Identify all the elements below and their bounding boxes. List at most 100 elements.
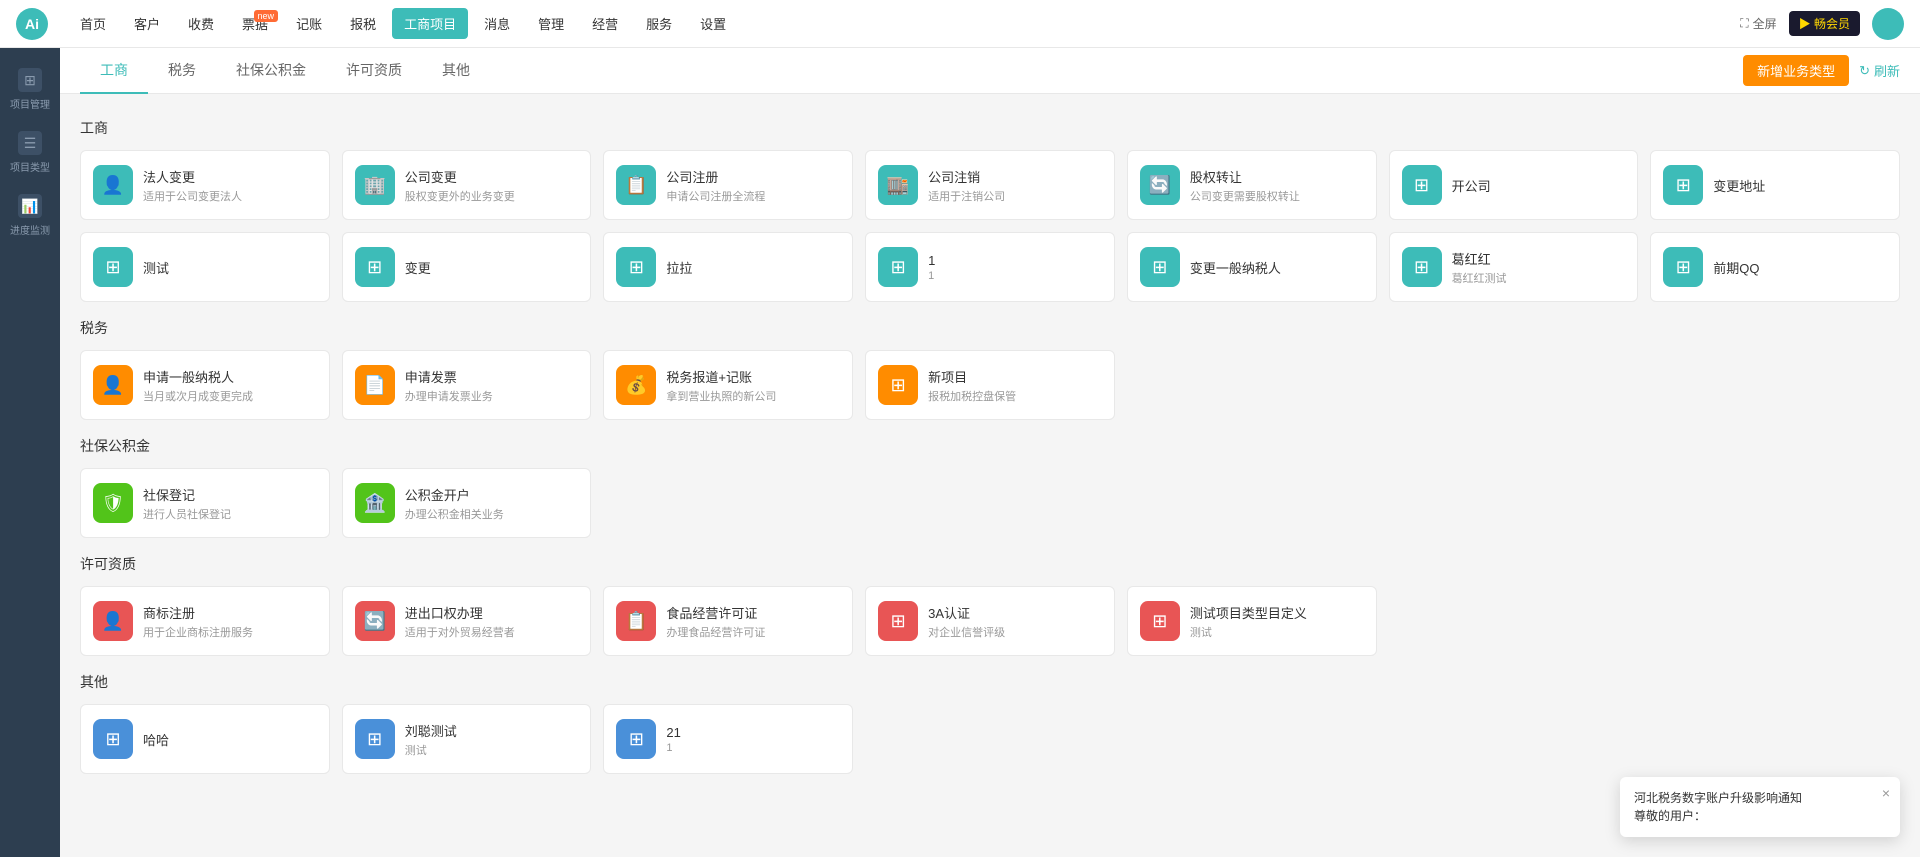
card-开公司[interactable]: ⊞ 开公司: [1389, 150, 1639, 220]
fullscreen-btn[interactable]: ⛶ 全屏: [1740, 15, 1776, 32]
tab-其他[interactable]: 其他: [422, 48, 490, 94]
card-name: 3A认证: [928, 603, 1102, 622]
card-name: 申请一般纳税人: [143, 367, 317, 386]
card-申请发票[interactable]: 📄 申请发票 办理申请发票业务: [342, 350, 592, 420]
card-商标注册[interactable]: 👤 商标注册 用于企业商标注册服务: [80, 586, 330, 656]
card-公司变更[interactable]: 🏢 公司变更 股权变更外的业务变更: [342, 150, 592, 220]
tab-工商[interactable]: 工商: [80, 48, 148, 94]
section-xuke: 许可资质 👤 商标注册 用于企业商标注册服务 🔄 进出口权办理 适用于对外贸易经…: [80, 554, 1900, 656]
card-变更[interactable]: ⊞ 变更: [342, 232, 592, 302]
card-哈哈[interactable]: ⊞ 哈哈: [80, 704, 330, 774]
nav-item-报税[interactable]: 报税: [338, 8, 388, 39]
card-申请一般纳税人[interactable]: 👤 申请一般纳税人 当月或次月成变更完成: [80, 350, 330, 420]
card-desc: 1: [666, 742, 840, 754]
card-desc: 当月或次月成变更完成: [143, 388, 317, 404]
section-shebao: 社保公积金 🛡 社保登记 进行人员社保登记 🏦 公积金开户 办理公积金相关业务: [80, 436, 1900, 538]
card-icon: 🏦: [355, 483, 395, 523]
card-食品经营许可证[interactable]: 📋 食品经营许可证 办理食品经营许可证: [603, 586, 853, 656]
card-变更地址[interactable]: ⊞ 变更地址: [1650, 150, 1900, 220]
card-name: 公司变更: [405, 167, 579, 186]
nav-items: 首页客户收费票据new记账报税工商项目消息管理经营服务设置: [68, 8, 1740, 39]
card-name: 前期QQ: [1713, 258, 1887, 277]
tab-actions: 新增业务类型 ↻ 刷新: [1743, 55, 1900, 86]
card-测试[interactable]: ⊞ 测试: [80, 232, 330, 302]
card-icon: 📄: [355, 365, 395, 405]
card-税务报道+记账[interactable]: 💰 税务报道+记账 拿到营业执照的新公司: [603, 350, 853, 420]
card-法人变更[interactable]: 👤 法人变更 适用于公司变更法人: [80, 150, 330, 220]
card-desc: 公司变更需要股权转让: [1190, 188, 1364, 204]
card-name: 1: [928, 253, 1102, 268]
card-icon: 👤: [93, 601, 133, 641]
nav-item-收费[interactable]: 收费: [176, 8, 226, 39]
section-title-gongshang: 工商: [80, 118, 1900, 138]
nav-item-消息[interactable]: 消息: [472, 8, 522, 39]
card-刘聪测试[interactable]: ⊞ 刘聪测试 测试: [342, 704, 592, 774]
card-新项目[interactable]: ⊞ 新项目 报税加税控盘保管: [865, 350, 1115, 420]
card-name: 公司注册: [666, 167, 840, 186]
tab-税务[interactable]: 税务: [148, 48, 216, 94]
card-name: 公积金开户: [405, 485, 579, 504]
card-desc: 用于企业商标注册服务: [143, 624, 317, 640]
nav-item-服务[interactable]: 服务: [634, 8, 684, 39]
nav-item-记账[interactable]: 记账: [284, 8, 334, 39]
card-icon: 💰: [616, 365, 656, 405]
sidebar-item-项目类型[interactable]: ☰ 项目类型: [0, 121, 60, 184]
card-21[interactable]: ⊞ 21 1: [603, 704, 853, 774]
notification-text: 河北税务数字账户升级影响通知 尊敬的用户：: [1634, 789, 1886, 825]
card-icon: 🛡: [93, 483, 133, 523]
cards-grid-qita: ⊞ 哈哈 ⊞ 刘聪测试 测试 ⊞ 21 1: [80, 704, 1900, 774]
nav-item-经营[interactable]: 经营: [580, 8, 630, 39]
card-name: 开公司: [1452, 176, 1626, 195]
card-icon: ⊞: [878, 601, 918, 641]
card-公司注册[interactable]: 📋 公司注册 申请公司注册全流程: [603, 150, 853, 220]
card-葛红红[interactable]: ⊞ 葛红红 葛红红测试: [1389, 232, 1639, 302]
cards-grid-xuke: 👤 商标注册 用于企业商标注册服务 🔄 进出口权办理 适用于对外贸易经营者 📋 …: [80, 586, 1900, 656]
card-name: 税务报道+记账: [666, 367, 840, 386]
card-测试项目类型目定义[interactable]: ⊞ 测试项目类型目定义 测试: [1127, 586, 1377, 656]
tab-许可资质[interactable]: 许可资质: [326, 48, 422, 94]
nav-right: ⛶ 全屏 ▶ 畅会员: [1740, 8, 1904, 40]
sidebar-item-项目管理[interactable]: ⊞ 项目管理: [0, 58, 60, 121]
tab-items: 工商税务社保公积金许可资质其他: [80, 48, 490, 94]
logo[interactable]: Ai: [16, 8, 48, 40]
nav-item-工商项目[interactable]: 工商项目: [392, 8, 468, 39]
nav-item-首页[interactable]: 首页: [68, 8, 118, 39]
card-icon: ⊞: [355, 719, 395, 759]
card-变更一般纳税人[interactable]: ⊞ 变更一般纳税人: [1127, 232, 1377, 302]
refresh-button[interactable]: ↻ 刷新: [1859, 61, 1900, 80]
card-社保登记[interactable]: 🛡 社保登记 进行人员社保登记: [80, 468, 330, 538]
card-公积金开户[interactable]: 🏦 公积金开户 办理公积金相关业务: [342, 468, 592, 538]
top-nav: Ai 首页客户收费票据new记账报税工商项目消息管理经营服务设置 ⛶ 全屏 ▶ …: [0, 0, 1920, 48]
card-公司注销[interactable]: 🏬 公司注销 适用于注销公司: [865, 150, 1115, 220]
card-1[interactable]: ⊞ 1 1: [865, 232, 1115, 302]
card-icon: 🏬: [878, 165, 918, 205]
nav-item-设置[interactable]: 设置: [688, 8, 738, 39]
user-avatar[interactable]: [1872, 8, 1904, 40]
card-前期QQ[interactable]: ⊞ 前期QQ: [1650, 232, 1900, 302]
nav-item-票据[interactable]: 票据new: [230, 8, 280, 39]
card-desc: 测试: [405, 742, 579, 758]
notification-close-btn[interactable]: ×: [1882, 785, 1890, 801]
card-name: 测试项目类型目定义: [1190, 603, 1364, 622]
card-icon: ⊞: [1402, 247, 1442, 287]
sidebar-item-进度监测[interactable]: 📊 进度监测: [0, 184, 60, 247]
card-icon: ⊞: [355, 247, 395, 287]
card-name: 变更一般纳税人: [1190, 258, 1364, 277]
add-type-button[interactable]: 新增业务类型: [1743, 55, 1849, 86]
card-icon: 🔄: [355, 601, 395, 641]
card-3A认证[interactable]: ⊞ 3A认证 对企业信誉评级: [865, 586, 1115, 656]
nav-item-客户[interactable]: 客户: [122, 8, 172, 39]
card-进出口权办理[interactable]: 🔄 进出口权办理 适用于对外贸易经营者: [342, 586, 592, 656]
card-desc: 1: [928, 270, 1102, 282]
card-desc: 报税加税控盘保管: [928, 388, 1102, 404]
card-name: 商标注册: [143, 603, 317, 622]
card-股权转让[interactable]: 🔄 股权转让 公司变更需要股权转让: [1127, 150, 1377, 220]
card-icon: 🔄: [1140, 165, 1180, 205]
card-拉拉[interactable]: ⊞ 拉拉: [603, 232, 853, 302]
vip-btn[interactable]: ▶ 畅会员: [1789, 11, 1860, 36]
nav-item-管理[interactable]: 管理: [526, 8, 576, 39]
tab-社保公积金[interactable]: 社保公积金: [216, 48, 326, 94]
section-gongshang: 工商 👤 法人变更 适用于公司变更法人 🏢 公司变更 股权变更外的业务变更 📋 …: [80, 118, 1900, 302]
card-desc: 适用于对外贸易经营者: [405, 624, 579, 640]
main-content: 工商税务社保公积金许可资质其他 新增业务类型 ↻ 刷新 工商 👤 法人变更 适用…: [60, 48, 1920, 857]
